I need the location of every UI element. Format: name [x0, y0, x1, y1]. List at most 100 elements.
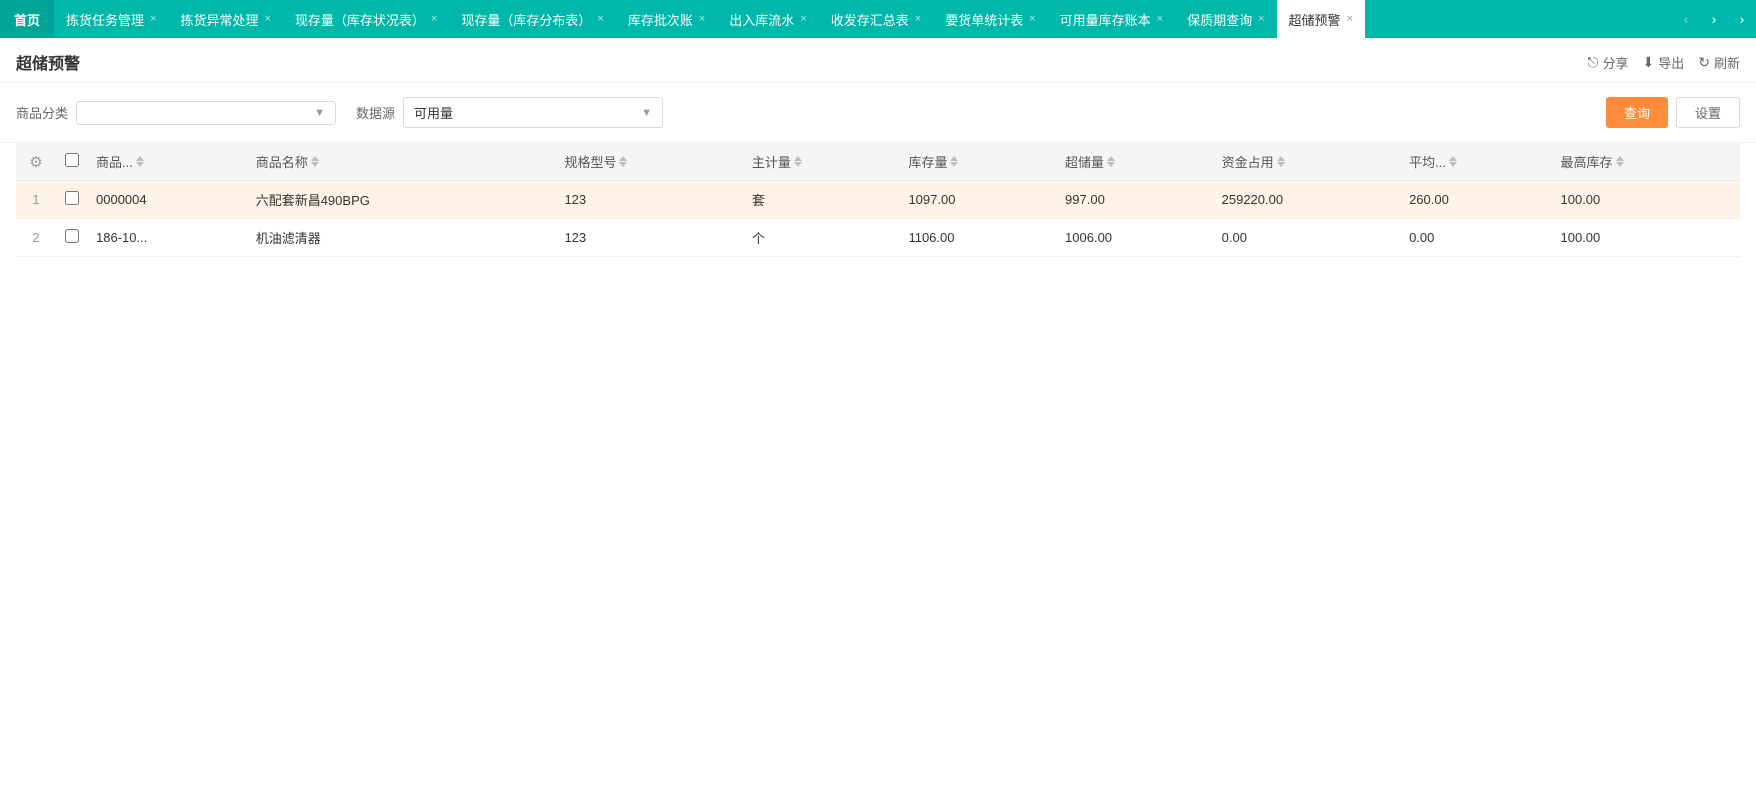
sort-overstock[interactable]: [1107, 156, 1115, 167]
row-unit: 套: [744, 181, 901, 219]
table-container: ⚙ 商品... 商品名称: [0, 143, 1756, 257]
row-stock: 1097.00: [900, 181, 1057, 219]
col-product-code: 商品...: [88, 143, 248, 181]
top-navigation: 首页 拣货任务管理 × 拣货异常处理 × 现存量（库存状况表） × 现存量（库存…: [0, 0, 1756, 38]
share-icon: ⎋: [1587, 54, 1598, 71]
col-max-stock: 最高库存: [1553, 143, 1741, 181]
nav-prev-button[interactable]: ‹: [1672, 0, 1700, 38]
product-category-filter: 商品分类 ▼: [16, 101, 336, 125]
close-shelf-life[interactable]: ×: [1258, 13, 1264, 25]
col-unit: 主计量: [744, 143, 901, 181]
close-overstock-warning[interactable]: ×: [1347, 13, 1353, 25]
nav-inventory-dist[interactable]: 现存量（库存分布表） ×: [449, 0, 615, 38]
close-available-book[interactable]: ×: [1157, 13, 1163, 25]
nav-inventory-status[interactable]: 现存量（库存状况表） ×: [283, 0, 449, 38]
row-overstock: 1006.00: [1057, 219, 1214, 257]
data-source-chevron-icon: ▼: [641, 107, 652, 119]
row-max-stock: 100.00: [1553, 219, 1741, 257]
sort-product-name[interactable]: [311, 156, 319, 167]
export-button[interactable]: ⬇ 导出: [1643, 53, 1685, 72]
row-num: 2: [16, 219, 56, 257]
close-pick-exception[interactable]: ×: [264, 13, 270, 25]
nav-available-book[interactable]: 可用量库存账本 ×: [1048, 0, 1175, 38]
data-source-filter: 数据源 可用量 ▼: [356, 97, 663, 128]
header-actions: ⎋ 分享 ⬇ 导出 ↻ 刷新: [1587, 53, 1740, 72]
table-row: 1 0000004 六配套新昌490BPG 123 套 1097.00 997.…: [16, 181, 1740, 219]
table-header-row: ⚙ 商品... 商品名称: [16, 143, 1740, 181]
nav-batch-account[interactable]: 库存批次账 ×: [616, 0, 717, 38]
sort-stock[interactable]: [950, 156, 958, 167]
nav-next-button[interactable]: ›: [1700, 0, 1728, 38]
page-header: 超储预警 ⎋ 分享 ⬇ 导出 ↻ 刷新: [0, 38, 1756, 83]
sort-capital[interactable]: [1277, 156, 1285, 167]
row-product-code: 186-10...: [88, 219, 248, 257]
row-stock: 1106.00: [900, 219, 1057, 257]
data-source-value: 可用量: [414, 103, 633, 122]
share-button[interactable]: ⎋ 分享: [1587, 53, 1628, 72]
row-spec: 123: [556, 181, 743, 219]
sort-spec[interactable]: [619, 156, 627, 167]
product-category-chevron-icon: ▼: [314, 107, 325, 119]
sort-avg[interactable]: [1449, 156, 1457, 167]
row-max-stock: 100.00: [1553, 181, 1741, 219]
close-order-stats[interactable]: ×: [1029, 13, 1035, 25]
row-checkbox-cell: [56, 181, 88, 219]
nav-shelf-life[interactable]: 保质期查询 ×: [1175, 0, 1276, 38]
row-avg: 0.00: [1401, 219, 1552, 257]
row-avg: 260.00: [1401, 181, 1552, 219]
col-spec: 规格型号: [556, 143, 743, 181]
row-num: 1: [16, 181, 56, 219]
nav-pick-exception[interactable]: 拣货异常处理 ×: [168, 0, 282, 38]
close-batch-account[interactable]: ×: [699, 13, 705, 25]
nav-pick-task[interactable]: 拣货任务管理 ×: [54, 0, 168, 38]
col-capital: 资金占用: [1214, 143, 1401, 181]
col-checkbox-header: [56, 143, 88, 181]
col-overstock: 超储量: [1057, 143, 1214, 181]
sort-max-stock[interactable]: [1616, 156, 1624, 167]
nav-order-stats[interactable]: 要货单统计表 ×: [933, 0, 1047, 38]
row-overstock: 997.00: [1057, 181, 1214, 219]
col-avg: 平均...: [1401, 143, 1552, 181]
product-category-select[interactable]: ▼: [76, 101, 336, 125]
col-stock: 库存量: [900, 143, 1057, 181]
close-receive-summary[interactable]: ×: [915, 13, 921, 25]
col-product-name: 商品名称: [248, 143, 557, 181]
data-source-label: 数据源: [356, 103, 395, 122]
nav-inout-flow[interactable]: 出入库流水 ×: [717, 0, 818, 38]
export-icon: ⬇: [1643, 54, 1655, 71]
refresh-icon: ↻: [1698, 54, 1710, 71]
table-row: 2 186-10... 机油滤清器 123 个 1106.00 1006.00 …: [16, 219, 1740, 257]
close-inventory-dist[interactable]: ×: [597, 13, 603, 25]
row-spec: 123: [556, 219, 743, 257]
data-source-select[interactable]: 可用量 ▼: [403, 97, 663, 128]
row-unit: 个: [744, 219, 901, 257]
row-checkbox[interactable]: [65, 229, 79, 243]
close-inout-flow[interactable]: ×: [800, 13, 806, 25]
sort-product-code[interactable]: [136, 156, 144, 167]
row-capital: 259220.00: [1214, 181, 1401, 219]
sort-unit[interactable]: [794, 156, 802, 167]
refresh-button[interactable]: ↻ 刷新: [1698, 53, 1740, 72]
row-product-code: 0000004: [88, 181, 248, 219]
select-all-checkbox[interactable]: [65, 153, 79, 167]
gear-icon[interactable]: ⚙: [29, 154, 42, 171]
set-button[interactable]: 设置: [1676, 97, 1740, 128]
nav-home[interactable]: 首页: [0, 0, 54, 38]
overstock-table: ⚙ 商品... 商品名称: [16, 143, 1740, 257]
product-category-label: 商品分类: [16, 103, 68, 122]
filter-area: 商品分类 ▼ 数据源 可用量 ▼ 查询 设置: [0, 83, 1756, 143]
filter-action-buttons: 查询 设置: [1606, 97, 1740, 128]
col-gear: ⚙: [16, 143, 56, 181]
close-inventory-status[interactable]: ×: [431, 13, 437, 25]
nav-receive-summary[interactable]: 收发存汇总表 ×: [819, 0, 933, 38]
nav-arrows: ‹ › ›: [1672, 0, 1756, 38]
nav-more-button[interactable]: ›: [1728, 0, 1756, 38]
row-capital: 0.00: [1214, 219, 1401, 257]
row-checkbox[interactable]: [65, 191, 79, 205]
row-product-name: 机油滤清器: [248, 219, 557, 257]
nav-overstock-warning[interactable]: 超储预警 ×: [1277, 0, 1365, 38]
close-pick-task[interactable]: ×: [150, 13, 156, 25]
query-button[interactable]: 查询: [1606, 97, 1668, 128]
page-title: 超储预警: [16, 50, 80, 74]
row-checkbox-cell: [56, 219, 88, 257]
